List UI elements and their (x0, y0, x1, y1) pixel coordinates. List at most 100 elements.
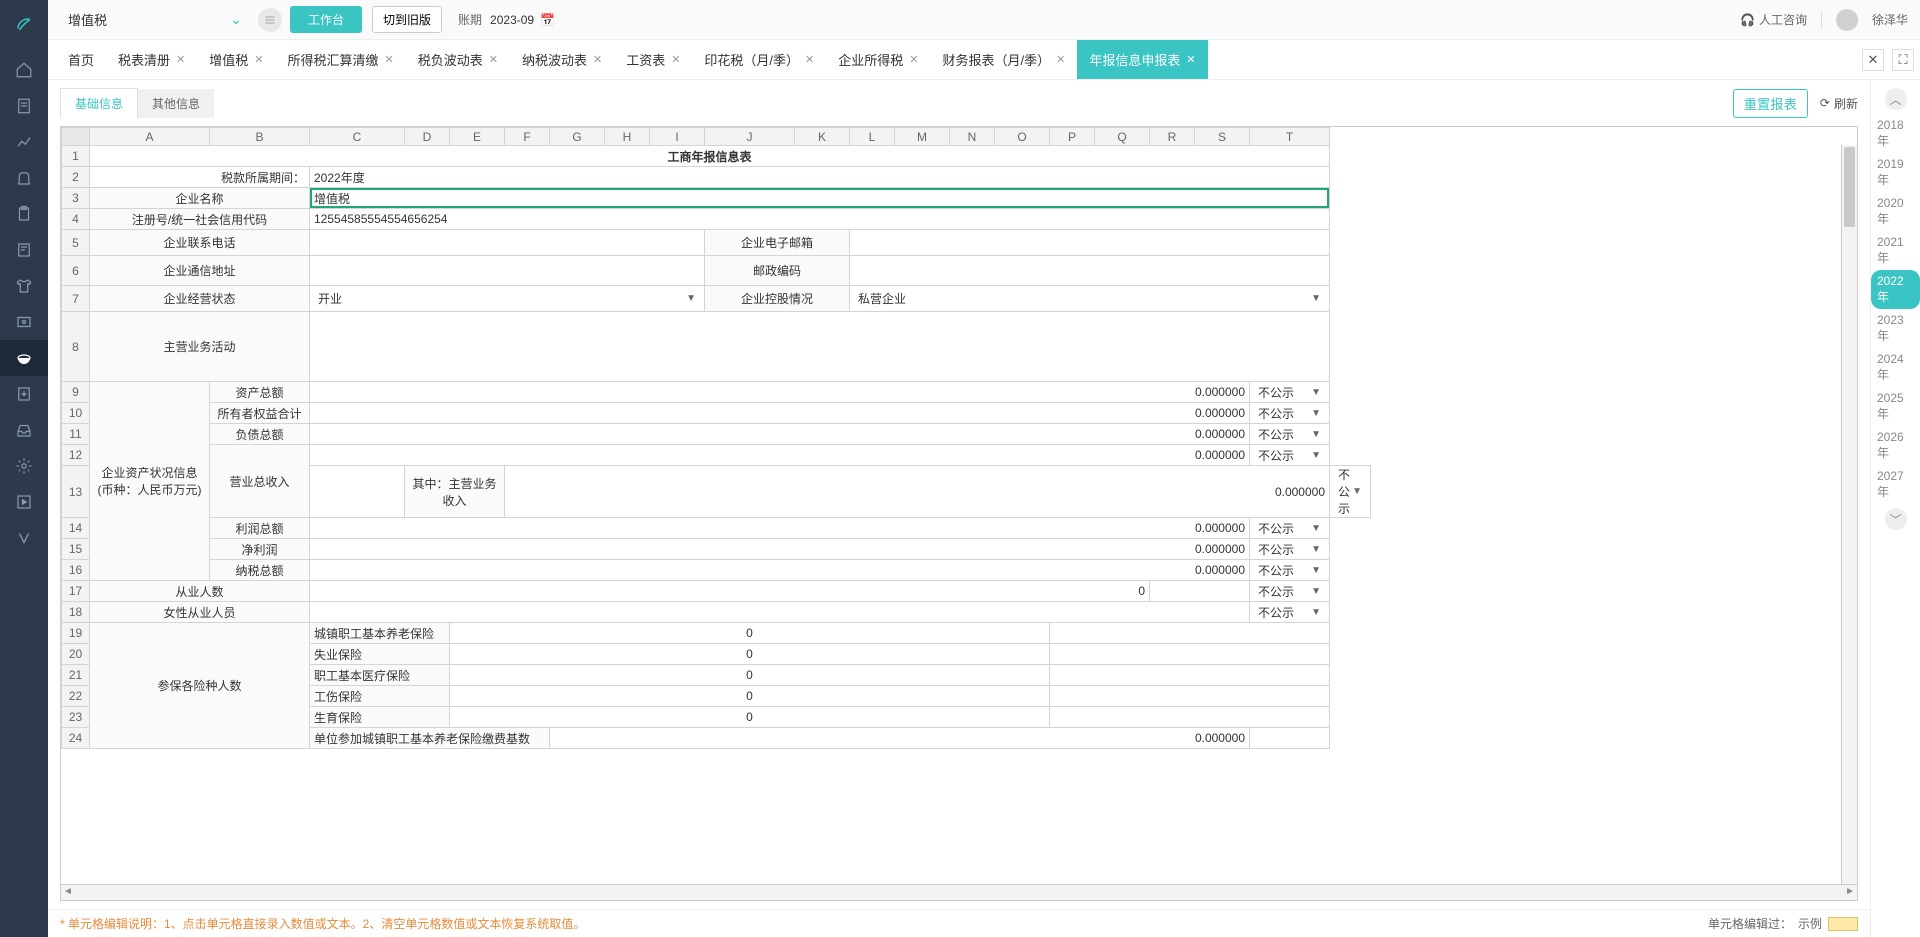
year-2025年[interactable]: 2025年 (1871, 387, 1920, 426)
year-2018年[interactable]: 2018年 (1871, 114, 1920, 153)
row-2[interactable]: 2 (62, 167, 90, 188)
col-G[interactable]: G (550, 128, 605, 146)
row-22[interactable]: 22 (62, 686, 90, 707)
row-23[interactable]: 23 (62, 707, 90, 728)
row-5[interactable]: 5 (62, 230, 90, 256)
tab-纳税波动表[interactable]: 纳税波动表✕ (510, 40, 614, 79)
col-O[interactable]: O (995, 128, 1050, 146)
close-icon[interactable]: ✕ (593, 53, 602, 66)
row-1[interactable]: 1 (62, 146, 90, 167)
col-E[interactable]: E (450, 128, 505, 146)
tab-印花税（月/季）[interactable]: 印花税（月/季）✕ (692, 40, 826, 79)
nav-inbox-icon[interactable] (0, 412, 48, 448)
row-3[interactable]: 3 (62, 188, 90, 209)
year-2027年[interactable]: 2027年 (1871, 465, 1920, 504)
col-L[interactable]: L (850, 128, 895, 146)
subtab-other[interactable]: 其他信息 (138, 89, 214, 118)
col-J[interactable]: J (705, 128, 795, 146)
year-2024年[interactable]: 2024年 (1871, 348, 1920, 387)
nav-book-icon[interactable] (0, 232, 48, 268)
col-F[interactable]: F (505, 128, 550, 146)
close-icon[interactable]: ✕ (1056, 53, 1065, 66)
col-Q[interactable]: Q (1095, 128, 1150, 146)
subtab-basic[interactable]: 基础信息 (60, 88, 138, 118)
row-19[interactable]: 19 (62, 623, 90, 644)
close-icon[interactable]: ✕ (489, 53, 498, 66)
nav-shirt-icon[interactable] (0, 268, 48, 304)
avatar[interactable] (1836, 9, 1858, 31)
tab-首页[interactable]: 首页 (56, 40, 106, 79)
close-icon[interactable]: ✕ (385, 53, 394, 66)
nav-play-icon[interactable] (0, 484, 48, 520)
dropdown[interactable]: 不公示▼ (1254, 426, 1325, 443)
close-icon[interactable]: ✕ (176, 53, 185, 66)
nav-settings-icon[interactable] (0, 448, 48, 484)
row-4[interactable]: 4 (62, 209, 90, 230)
vertical-scrollbar[interactable] (1841, 145, 1857, 884)
close-tab-icon[interactable]: ✕ (1862, 49, 1884, 71)
row-14[interactable]: 14 (62, 518, 90, 539)
dropdown[interactable]: 不公示▼ (1254, 520, 1325, 537)
list-toggle-icon[interactable] (258, 8, 282, 32)
tab-年报信息申报表[interactable]: 年报信息申报表✕ (1077, 40, 1207, 79)
nav-bag-icon[interactable] (0, 160, 48, 196)
year-up-icon[interactable]: ︿ (1885, 88, 1907, 110)
tab-企业所得税[interactable]: 企业所得税✕ (826, 40, 930, 79)
nav-v-icon[interactable] (0, 520, 48, 556)
year-2023年[interactable]: 2023年 (1871, 309, 1920, 348)
workspace-button[interactable]: 工作台 (290, 6, 362, 33)
col-K[interactable]: K (795, 128, 850, 146)
nav-clipboard-icon[interactable] (0, 196, 48, 232)
year-2019年[interactable]: 2019年 (1871, 153, 1920, 192)
tab-工资表[interactable]: 工资表✕ (614, 40, 692, 79)
row-17[interactable]: 17 (62, 581, 90, 602)
tab-税负波动表[interactable]: 税负波动表✕ (406, 40, 510, 79)
row-15[interactable]: 15 (62, 539, 90, 560)
col-H[interactable]: H (605, 128, 650, 146)
consult-link[interactable]: 🎧人工咨询 (1740, 11, 1807, 28)
select-all-cell[interactable] (62, 128, 90, 146)
year-2020年[interactable]: 2020年 (1871, 192, 1920, 231)
tab-财务报表（月/季）[interactable]: 财务报表（月/季）✕ (931, 40, 1078, 79)
row-13[interactable]: 13 (62, 466, 90, 518)
year-2021年[interactable]: 2021年 (1871, 231, 1920, 270)
col-T[interactable]: T (1250, 128, 1330, 146)
nav-doc-icon[interactable] (0, 88, 48, 124)
close-icon[interactable]: ✕ (254, 53, 263, 66)
dropdown[interactable]: 不公示▼ (1334, 466, 1366, 517)
nav-export-icon[interactable] (0, 376, 48, 412)
dropdown[interactable]: 不公示▼ (1254, 447, 1325, 464)
col-N[interactable]: N (950, 128, 995, 146)
col-M[interactable]: M (895, 128, 950, 146)
period-picker[interactable]: 2023-09 📅 (490, 13, 555, 27)
col-S[interactable]: S (1195, 128, 1250, 146)
dropdown[interactable]: 私营企业▼ (854, 290, 1325, 307)
refresh-button[interactable]: ⟳刷新 (1820, 95, 1858, 112)
dropdown[interactable]: 不公示▼ (1254, 384, 1325, 401)
row-6[interactable]: 6 (62, 256, 90, 286)
row-9[interactable]: 9 (62, 382, 90, 403)
col-D[interactable]: D (405, 128, 450, 146)
horizontal-scrollbar[interactable] (61, 884, 1857, 900)
dropdown[interactable]: 不公示▼ (1254, 405, 1325, 422)
row-16[interactable]: 16 (62, 560, 90, 581)
row-12[interactable]: 12 (62, 445, 90, 466)
switch-old-button[interactable]: 切到旧版 (372, 6, 442, 33)
dropdown[interactable]: 不公示▼ (1254, 583, 1325, 600)
col-P[interactable]: P (1050, 128, 1095, 146)
reset-report-button[interactable]: 重置报表 (1733, 89, 1808, 118)
nav-home-icon[interactable] (0, 52, 48, 88)
nav-money-icon[interactable] (0, 304, 48, 340)
row-18[interactable]: 18 (62, 602, 90, 623)
company-name-cell[interactable]: 增值税 (310, 188, 1330, 209)
col-A[interactable]: A (90, 128, 210, 146)
nav-chart-icon[interactable] (0, 124, 48, 160)
company-selector[interactable]: 增值税 ⌄ (60, 10, 250, 29)
fullscreen-icon[interactable]: ⛶ (1892, 49, 1914, 71)
row-10[interactable]: 10 (62, 403, 90, 424)
col-C[interactable]: C (310, 128, 405, 146)
row-11[interactable]: 11 (62, 424, 90, 445)
dropdown[interactable]: 开业▼ (314, 290, 700, 307)
col-R[interactable]: R (1150, 128, 1195, 146)
close-icon[interactable]: ✕ (1186, 53, 1195, 66)
